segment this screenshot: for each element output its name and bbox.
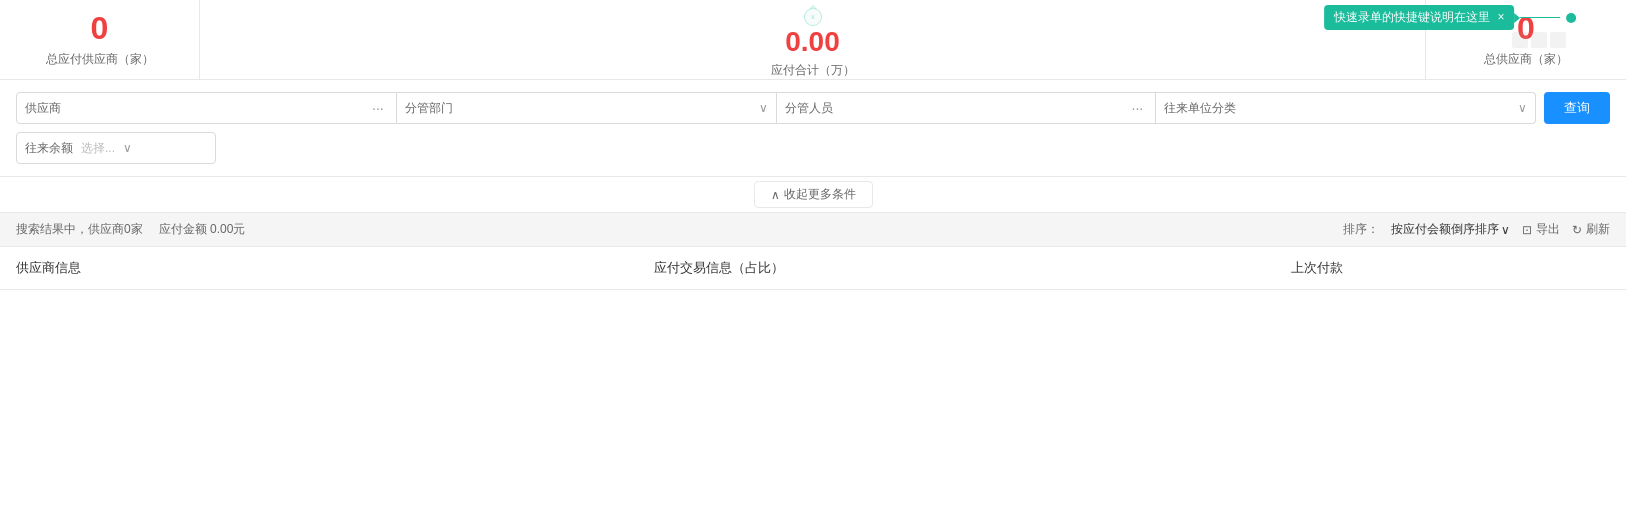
column-supplier: 供应商信息 bbox=[16, 259, 654, 277]
money-bag-icon: ¥ bbox=[788, 0, 838, 27]
collapse-button[interactable]: ∧ 收起更多条件 bbox=[754, 181, 873, 208]
results-suppliers-text: 搜索结果中，供应商0家 bbox=[16, 221, 143, 238]
department-input[interactable] bbox=[461, 101, 759, 115]
filter-row-2: 往来余额 选择... ∨ bbox=[16, 132, 1610, 164]
sort-value: 按应付会额倒序排序 bbox=[1391, 221, 1499, 238]
balance-filter: 往来余额 选择... ∨ bbox=[16, 132, 216, 164]
total-payable-suppliers-stat: 0 总应付供应商（家） bbox=[0, 0, 200, 79]
unit-category-chevron-icon[interactable]: ∨ bbox=[1518, 101, 1527, 115]
table-body bbox=[0, 290, 1626, 490]
sort-select[interactable]: 按应付会额倒序排序 ∨ bbox=[1391, 221, 1510, 238]
middle-icon-area: ¥ 0.00 应付合计（万） bbox=[200, 0, 1426, 79]
total-payable-suppliers-label: 总应付供应商（家） bbox=[46, 51, 154, 68]
unit-category-filter: 往来单位分类 ∨ bbox=[1156, 92, 1536, 124]
results-actions: 排序： 按应付会额倒序排序 ∨ ⊡ 导出 ↻ 刷新 bbox=[1343, 221, 1610, 238]
tooltip-text: 快速录单的快捷键说明在这里 bbox=[1334, 10, 1490, 24]
balance-label: 往来余额 bbox=[25, 140, 73, 157]
collapse-label: 收起更多条件 bbox=[784, 186, 856, 203]
balance-chevron-icon[interactable]: ∨ bbox=[123, 141, 132, 155]
sort-chevron-icon: ∨ bbox=[1501, 223, 1510, 237]
supplier-filter: 供应商 ··· bbox=[16, 92, 397, 124]
filter-row-1: 供应商 ··· 分管部门 ∨ 分管人员 ··· 往来单位分类 ∨ 查询 bbox=[16, 92, 1610, 124]
total-payable-suppliers-number: 0 bbox=[91, 11, 109, 46]
tooltip-container: 快速录单的快捷键说明在这里 × bbox=[1324, 5, 1576, 30]
person-dots-button[interactable]: ··· bbox=[1128, 100, 1148, 116]
sort-label: 排序： bbox=[1343, 221, 1379, 238]
total-suppliers-label: 总供应商（家） bbox=[1484, 51, 1568, 68]
balance-placeholder: 选择... bbox=[81, 140, 115, 157]
tooltip-close-button[interactable]: × bbox=[1497, 10, 1504, 24]
person-label: 分管人员 bbox=[785, 100, 833, 117]
results-bar: 搜索结果中，供应商0家 应付金额 0.00元 排序： 按应付会额倒序排序 ∨ ⊡… bbox=[0, 213, 1626, 247]
results-summary: 搜索结果中，供应商0家 应付金额 0.00元 bbox=[16, 221, 245, 238]
department-chevron-icon[interactable]: ∨ bbox=[759, 101, 768, 115]
person-input[interactable] bbox=[841, 101, 1128, 115]
filter-area: 供应商 ··· 分管部门 ∨ 分管人员 ··· 往来单位分类 ∨ 查询 往来余额 bbox=[0, 80, 1626, 177]
collapse-icon: ∧ bbox=[771, 188, 780, 202]
column-transaction: 应付交易信息（占比） bbox=[654, 259, 1292, 277]
supplier-label: 供应商 bbox=[25, 100, 61, 117]
person-filter: 分管人员 ··· bbox=[777, 92, 1157, 124]
export-label: 导出 bbox=[1536, 221, 1560, 238]
collapse-row: ∧ 收起更多条件 bbox=[0, 177, 1626, 213]
refresh-button[interactable]: ↻ 刷新 bbox=[1572, 221, 1610, 238]
refresh-label: 刷新 bbox=[1586, 221, 1610, 238]
query-button[interactable]: 查询 bbox=[1544, 92, 1610, 124]
supplier-dots-button[interactable]: ··· bbox=[368, 100, 388, 116]
export-icon: ⊡ bbox=[1522, 223, 1532, 237]
tooltip-dot bbox=[1566, 13, 1576, 23]
supplier-input[interactable] bbox=[69, 101, 368, 115]
department-filter: 分管部门 ∨ bbox=[397, 92, 777, 124]
unit-category-input[interactable] bbox=[1244, 101, 1518, 115]
export-button[interactable]: ⊡ 导出 bbox=[1522, 221, 1560, 238]
svg-text:¥: ¥ bbox=[811, 13, 815, 20]
total-suppliers-stat: 快速录单的快捷键说明在这里 × 0 总供应商（家） bbox=[1426, 0, 1626, 79]
decorative-boxes bbox=[1512, 32, 1566, 48]
column-lastpay: 上次付款 bbox=[1291, 259, 1610, 277]
refresh-icon: ↻ bbox=[1572, 223, 1582, 237]
department-label: 分管部门 bbox=[405, 100, 453, 117]
tooltip-box: 快速录单的快捷键说明在这里 × bbox=[1324, 5, 1514, 30]
table-header: 供应商信息 应付交易信息（占比） 上次付款 bbox=[0, 247, 1626, 290]
results-amount-text: 应付金额 0.00元 bbox=[159, 221, 246, 238]
payable-total-label: 应付合计（万） bbox=[771, 62, 855, 79]
payable-total-number: 0.00 bbox=[785, 27, 840, 58]
tooltip-line bbox=[1520, 17, 1560, 18]
unit-category-label: 往来单位分类 bbox=[1164, 100, 1236, 117]
